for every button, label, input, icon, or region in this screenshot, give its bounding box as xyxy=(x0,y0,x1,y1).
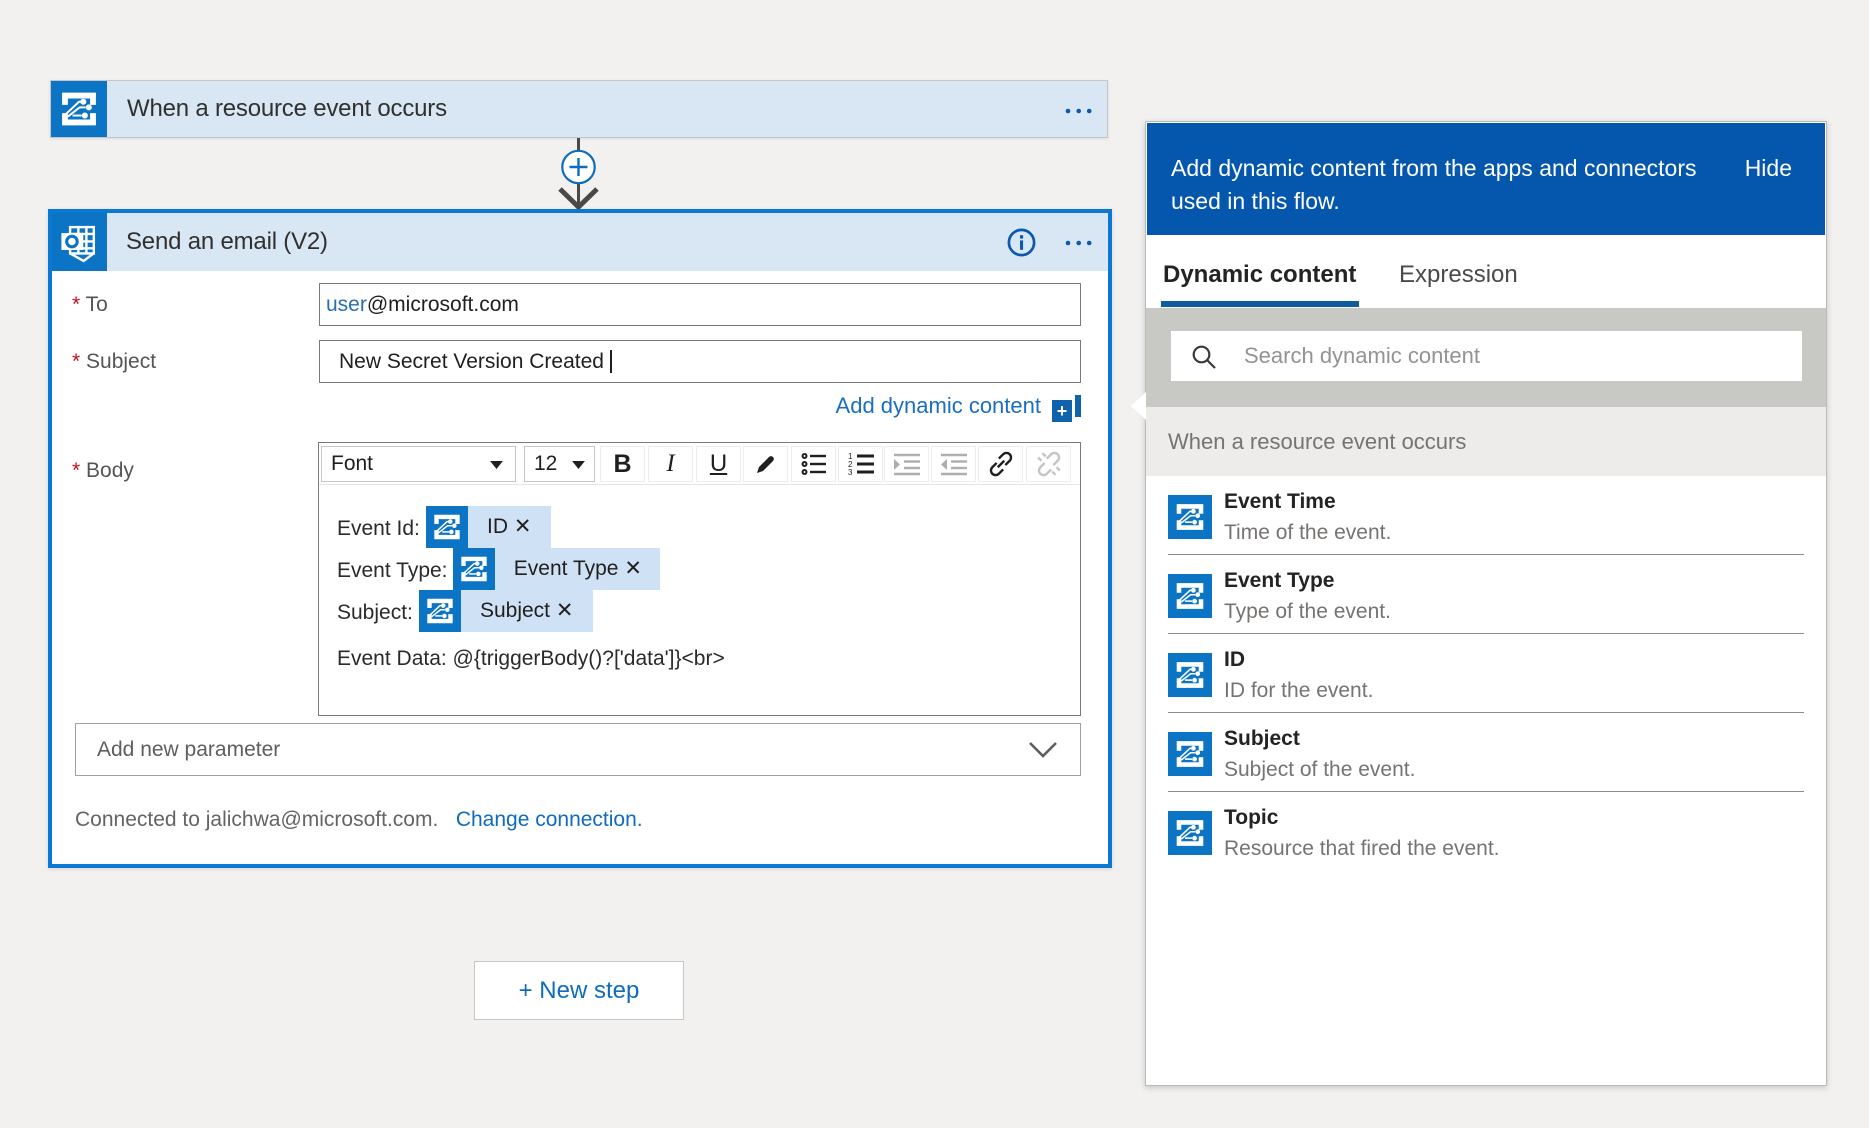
svg-text:3: 3 xyxy=(848,468,853,476)
